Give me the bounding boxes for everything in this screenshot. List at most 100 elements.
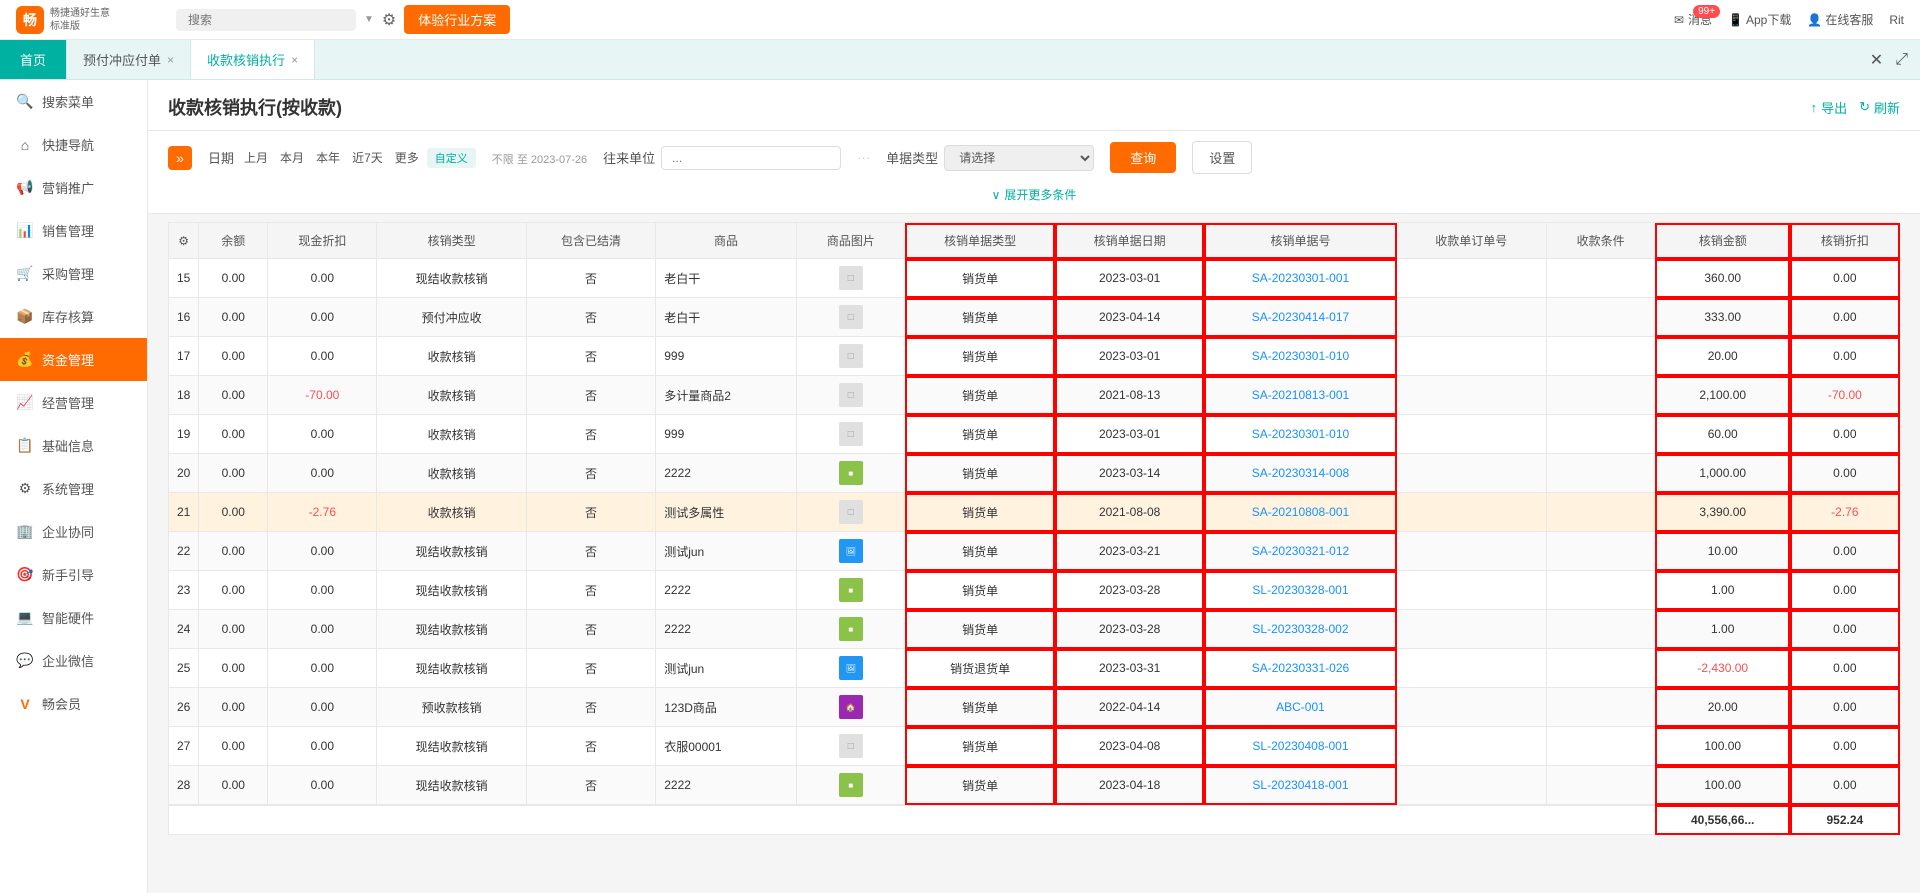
purchase-icon: 🛒 — [16, 265, 34, 283]
sidebar-item-operations[interactable]: 📈 经营管理 — [0, 381, 147, 424]
sidebar-item-inventory[interactable]: 📦 库存核算 — [0, 295, 147, 338]
table-row: 26 0.00 0.00 预收款核销 否 123D商品 🏠 销货单 2022-0… — [169, 688, 1900, 727]
cell-balance: 0.00 — [199, 610, 268, 649]
filter-expand-btn[interactable]: » — [168, 146, 192, 170]
message-btn[interactable]: ✉ 消息 99+ — [1674, 11, 1712, 28]
dropdown-arrow-icon[interactable]: ▼ — [364, 14, 374, 25]
sidebar-item-wechat[interactable]: 💬 企业微信 — [0, 639, 147, 682]
cell-bill-no[interactable]: SA-20230301-001 — [1204, 259, 1396, 298]
bill-no-link[interactable]: ABC-001 — [1276, 700, 1325, 714]
maximize-icon[interactable]: ⤢ — [1895, 51, 1908, 69]
cell-no: 19 — [169, 415, 199, 454]
cell-writeoff-type: 现结收款核销 — [377, 649, 526, 688]
cell-condition — [1546, 688, 1655, 727]
bill-no-link[interactable]: SA-20230321-012 — [1252, 544, 1349, 558]
cell-bill-type: 销货单 — [905, 610, 1054, 649]
sidebar-item-finance[interactable]: 💰 资金管理 — [0, 338, 147, 381]
table-wrapper: ⚙ 余额 现金折扣 核销类型 包含已结清 商品 商品图片 核销单据类型 核销单据… — [148, 222, 1920, 893]
tab-close-writeoff[interactable]: × — [291, 53, 298, 67]
sidebar-item-shortcut[interactable]: ⌂ 快捷导航 — [0, 123, 147, 166]
last-month-btn[interactable]: 上月 — [240, 147, 272, 168]
expand-conditions-btn[interactable]: ∨ 展开更多条件 — [992, 186, 1077, 203]
cell-condition — [1546, 571, 1655, 610]
sidebar-item-guide[interactable]: 🎯 新手引导 — [0, 553, 147, 596]
cell-balance: 0.00 — [199, 493, 268, 532]
sidebar-item-hardware[interactable]: 💻 智能硬件 — [0, 596, 147, 639]
main-table: ⚙ 余额 现金折扣 核销类型 包含已结清 商品 商品图片 核销单据类型 核销单据… — [168, 222, 1900, 835]
cell-bill-no[interactable]: SL-20230418-001 — [1204, 766, 1396, 806]
tab-writeoff[interactable]: 收款核销执行 × — [191, 40, 315, 79]
this-year-btn[interactable]: 本年 — [312, 147, 344, 168]
industry-btn[interactable]: 体验行业方案 — [404, 5, 510, 34]
cell-bill-no[interactable]: SA-20230331-026 — [1204, 649, 1396, 688]
bill-no-link[interactable]: SA-20230301-010 — [1252, 427, 1349, 441]
partner-input[interactable] — [661, 146, 841, 170]
tab-close-prepay[interactable]: × — [167, 53, 174, 67]
cell-writeoff-discount: 0.00 — [1790, 415, 1899, 454]
export-btn[interactable]: ↑ 导出 — [1811, 98, 1848, 117]
bill-no-link[interactable]: SA-20230414-017 — [1252, 310, 1349, 324]
sidebar-item-marketing[interactable]: 📢 营销推广 — [0, 166, 147, 209]
bill-no-link[interactable]: SL-20230328-001 — [1252, 583, 1348, 597]
sidebar-item-system[interactable]: ⚙ 系统管理 — [0, 467, 147, 510]
bill-no-link[interactable]: SL-20230328-002 — [1252, 622, 1348, 636]
cell-bill-date: 2021-08-13 — [1055, 376, 1204, 415]
cell-condition — [1546, 649, 1655, 688]
bill-no-link[interactable]: SA-20230331-026 — [1252, 661, 1349, 675]
gear-icon[interactable]: ⚙ — [382, 10, 396, 30]
tab-prepay[interactable]: 预付冲应付单 × — [67, 40, 191, 79]
th-bill-type: 核销单据类型 — [905, 223, 1054, 259]
cell-product: 2222 — [656, 454, 797, 493]
bill-no-link[interactable]: SA-20210808-001 — [1252, 505, 1349, 519]
bill-no-link[interactable]: SL-20230408-001 — [1252, 739, 1348, 753]
this-month-btn[interactable]: 本月 — [276, 147, 308, 168]
sidebar-item-member[interactable]: V 畅会员 — [0, 682, 147, 725]
close-tab-icon[interactable]: ✕ — [1870, 50, 1883, 70]
cell-order-no — [1397, 298, 1546, 337]
bill-no-link[interactable]: SL-20230418-001 — [1252, 778, 1348, 792]
message-badge: 99+ — [1693, 5, 1720, 18]
cell-bill-no[interactable]: SL-20230328-002 — [1204, 610, 1396, 649]
7days-btn[interactable]: 近7天 — [348, 147, 387, 168]
sidebar-item-sales[interactable]: 📊 销售管理 — [0, 209, 147, 252]
refresh-btn[interactable]: ↻ 刷新 — [1859, 98, 1900, 117]
cell-bill-no[interactable]: SA-20230314-008 — [1204, 454, 1396, 493]
sidebar-item-basic[interactable]: 📋 基础信息 — [0, 424, 147, 467]
cell-bill-no[interactable]: SA-20230301-010 — [1204, 337, 1396, 376]
cell-bill-no[interactable]: SL-20230328-001 — [1204, 571, 1396, 610]
cell-bill-no[interactable]: SA-20230321-012 — [1204, 532, 1396, 571]
bill-no-link[interactable]: SA-20210813-001 — [1252, 388, 1349, 402]
filter-settings-btn[interactable]: 设置 — [1192, 141, 1252, 174]
table-header-row: ⚙ 余额 现金折扣 核销类型 包含已结清 商品 商品图片 核销单据类型 核销单据… — [169, 223, 1900, 259]
table-row: 17 0.00 0.00 收款核销 否 999 □ 销货单 2023-03-01… — [169, 337, 1900, 376]
table-row: 18 0.00 -70.00 收款核销 否 多计量商品2 □ 销货单 2021-… — [169, 376, 1900, 415]
cell-bill-no[interactable]: SL-20230408-001 — [1204, 727, 1396, 766]
bill-no-link[interactable]: SA-20230314-008 — [1252, 466, 1349, 480]
app-download-btn[interactable]: 📱 App下载 — [1728, 11, 1791, 28]
cell-bill-date: 2023-03-01 — [1055, 259, 1204, 298]
bill-type-select[interactable]: 请选择 — [944, 145, 1094, 171]
tab-home[interactable]: 首页 — [0, 40, 67, 79]
cell-bill-no[interactable]: SA-20210813-001 — [1204, 376, 1396, 415]
top-search-input[interactable] — [176, 9, 356, 31]
cell-bill-no[interactable]: SA-20210808-001 — [1204, 493, 1396, 532]
more-btn[interactable]: 更多 — [391, 147, 423, 168]
cell-condition — [1546, 259, 1655, 298]
cell-balance: 0.00 — [199, 376, 268, 415]
cell-settled: 否 — [526, 610, 655, 649]
product-image: ■ — [839, 773, 863, 797]
cell-product: 测试jun — [656, 649, 797, 688]
cell-settled: 否 — [526, 649, 655, 688]
cell-bill-no[interactable]: ABC-001 — [1204, 688, 1396, 727]
bill-no-link[interactable]: SA-20230301-001 — [1252, 271, 1349, 285]
cell-bill-no[interactable]: SA-20230301-010 — [1204, 415, 1396, 454]
custom-btn[interactable]: 自定义 — [427, 148, 476, 168]
bill-no-link[interactable]: SA-20230301-010 — [1252, 349, 1349, 363]
sidebar-item-purchase[interactable]: 🛒 采购管理 — [0, 252, 147, 295]
sidebar-item-enterprise[interactable]: 🏢 企业协同 — [0, 510, 147, 553]
sidebar-item-search[interactable]: 🔍 搜索菜单 — [0, 80, 147, 123]
cell-bill-no[interactable]: SA-20230414-017 — [1204, 298, 1396, 337]
query-btn[interactable]: 查询 — [1110, 142, 1176, 173]
cell-amount: 1,000.00 — [1655, 454, 1790, 493]
online-service-btn[interactable]: 👤 在线客服 — [1807, 11, 1873, 28]
